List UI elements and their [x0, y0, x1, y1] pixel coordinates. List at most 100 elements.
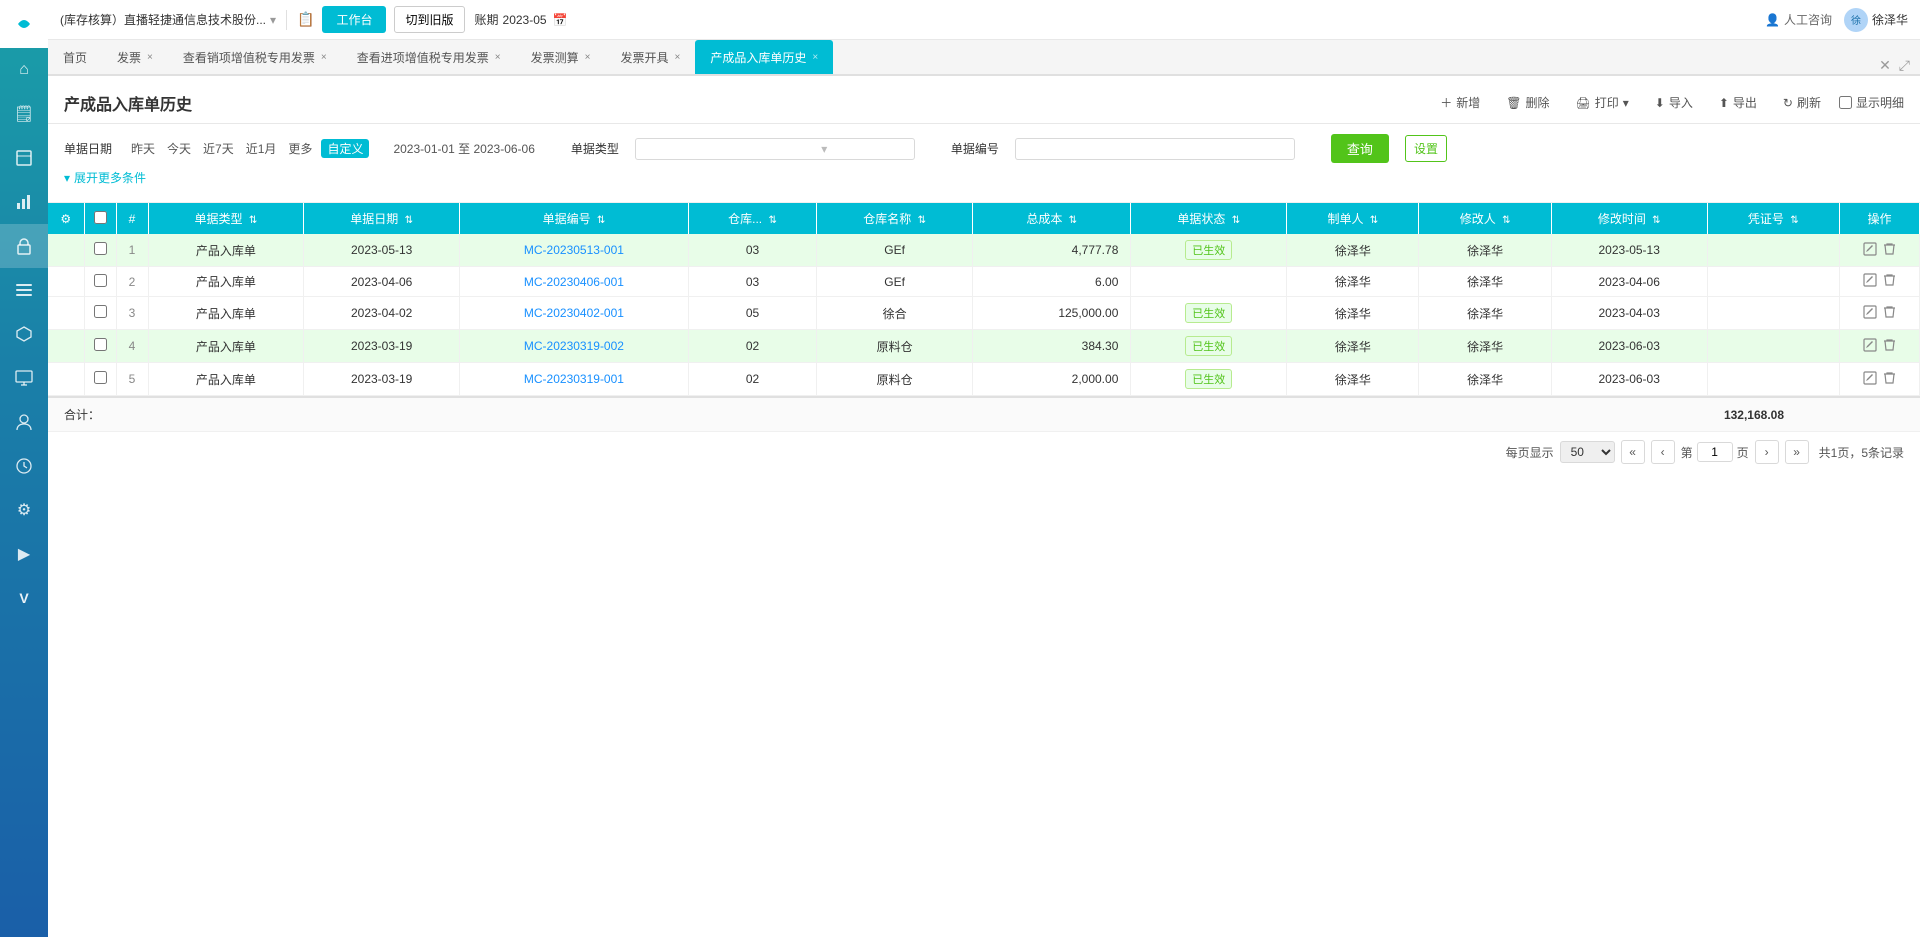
switch-version-button[interactable]: 切到旧版: [394, 6, 464, 33]
row-checkbox[interactable]: [94, 305, 107, 318]
new-button[interactable]: ＋ 新增: [1432, 90, 1488, 115]
delete-row-button[interactable]: [1883, 371, 1896, 388]
date-range-display[interactable]: 2023-01-01 至 2023-06-06: [393, 140, 534, 157]
td-number[interactable]: MC-20230402-001: [460, 297, 689, 330]
td-check[interactable]: [84, 363, 116, 396]
sidebar-item-list[interactable]: [0, 268, 48, 312]
shortcut-yesterday[interactable]: 昨天: [128, 139, 158, 158]
td-number[interactable]: MC-20230319-001: [460, 363, 689, 396]
first-page-button[interactable]: «: [1621, 440, 1645, 464]
export-button[interactable]: ⬆ 导出: [1711, 90, 1765, 115]
sidebar-item-tax[interactable]: [0, 136, 48, 180]
import-button[interactable]: ⬇ 导入: [1647, 90, 1701, 115]
sidebar-item-user[interactable]: [0, 400, 48, 444]
shortcut-today[interactable]: 今天: [164, 139, 194, 158]
user-menu[interactable]: 徐 徐泽华: [1844, 8, 1908, 32]
td-check[interactable]: [84, 297, 116, 330]
close-tab-sales-vat[interactable]: ×: [321, 52, 327, 63]
td-check[interactable]: [84, 330, 116, 363]
close-tab-product-stock[interactable]: ×: [812, 52, 818, 63]
edit-row-button[interactable]: [1863, 338, 1877, 355]
sidebar-item-lock[interactable]: [0, 224, 48, 268]
tab-invoice[interactable]: 发票 ×: [102, 40, 168, 74]
th-modify-time[interactable]: 修改时间 ⇅: [1551, 203, 1707, 234]
tab-invoice-open[interactable]: 发票开具 ×: [605, 40, 695, 74]
query-button[interactable]: 查询: [1331, 134, 1389, 163]
delete-row-button[interactable]: [1883, 305, 1896, 322]
help-button[interactable]: 👤 人工咨询: [1765, 11, 1832, 28]
sidebar-item-v[interactable]: V: [0, 576, 48, 620]
td-action: [1840, 297, 1920, 330]
refresh-button[interactable]: ↻ 刷新: [1775, 90, 1829, 115]
th-warehouse-code[interactable]: 仓库... ⇅: [688, 203, 816, 234]
edit-row-button[interactable]: [1863, 242, 1877, 259]
next-page-button[interactable]: ›: [1755, 440, 1779, 464]
sidebar-item-analytics[interactable]: [0, 180, 48, 224]
td-check[interactable]: [84, 267, 116, 297]
tab-product-stock[interactable]: 产成品入库单历史 ×: [695, 40, 833, 74]
td-number[interactable]: MC-20230319-002: [460, 330, 689, 363]
maximize-button[interactable]: ⤢: [1899, 57, 1910, 74]
sidebar-item-clock[interactable]: [0, 444, 48, 488]
th-creator[interactable]: 制单人 ⇅: [1287, 203, 1419, 234]
th-date[interactable]: 单据日期 ⇅: [304, 203, 460, 234]
company-name[interactable]: (库存核算）直播轻捷通信息技术股份... ▾: [60, 11, 276, 28]
edit-row-button[interactable]: [1863, 305, 1877, 322]
edit-row-button[interactable]: [1863, 371, 1877, 388]
select-all-checkbox[interactable]: [94, 211, 107, 224]
row-checkbox[interactable]: [94, 274, 107, 287]
td-number[interactable]: MC-20230513-001: [460, 234, 689, 267]
th-settings[interactable]: ⚙: [48, 203, 84, 234]
close-tab-invoice-open[interactable]: ×: [674, 52, 680, 63]
shortcut-custom[interactable]: 自定义: [321, 139, 369, 158]
row-checkbox[interactable]: [94, 371, 107, 384]
edit-row-button[interactable]: [1863, 273, 1877, 290]
tab-home[interactable]: 首页: [48, 40, 102, 74]
shortcut-1month[interactable]: 近1月: [243, 139, 280, 158]
delete-row-button[interactable]: [1883, 242, 1896, 259]
th-type[interactable]: 单据类型 ⇅: [148, 203, 304, 234]
row-checkbox[interactable]: [94, 338, 107, 351]
show-detail-input[interactable]: [1839, 96, 1852, 109]
type-filter-select[interactable]: ▾: [635, 138, 915, 160]
th-number[interactable]: 单据编号 ⇅: [460, 203, 689, 234]
shortcut-more[interactable]: 更多: [285, 139, 315, 158]
delete-row-button[interactable]: [1883, 273, 1896, 290]
show-detail-checkbox[interactable]: 显示明细: [1839, 94, 1904, 111]
sidebar-item-home[interactable]: ⌂: [0, 48, 48, 92]
delete-row-button[interactable]: [1883, 338, 1896, 355]
page-number-input[interactable]: [1697, 442, 1733, 462]
close-tab-invoice[interactable]: ×: [147, 52, 153, 63]
prev-page-button[interactable]: ‹: [1651, 440, 1675, 464]
sidebar-item-invoice[interactable]: 🗒: [0, 92, 48, 136]
th-check[interactable]: [84, 203, 116, 234]
calendar-icon[interactable]: 📅: [553, 13, 568, 27]
settings-filter-button[interactable]: 设置: [1405, 135, 1447, 162]
sidebar-item-device[interactable]: [0, 356, 48, 400]
delete-button[interactable]: 🗑 删除: [1498, 90, 1557, 115]
th-modifier[interactable]: 修改人 ⇅: [1419, 203, 1551, 234]
tab-sales-vat[interactable]: 查看销项增值税专用发票 ×: [168, 40, 342, 74]
td-check[interactable]: [84, 234, 116, 267]
td-number[interactable]: MC-20230406-001: [460, 267, 689, 297]
th-total-cost[interactable]: 总成本 ⇅: [973, 203, 1131, 234]
sidebar-item-play[interactable]: ▶: [0, 532, 48, 576]
th-warehouse-name[interactable]: 仓库名称 ⇅: [817, 203, 973, 234]
tab-purchase-vat[interactable]: 查看进项增值税专用发票 ×: [342, 40, 516, 74]
sidebar-item-cog[interactable]: ⚙: [0, 488, 48, 532]
th-status[interactable]: 单据状态 ⇅: [1131, 203, 1287, 234]
worktable-button[interactable]: 工作台: [322, 6, 386, 33]
sidebar-item-goods[interactable]: [0, 312, 48, 356]
print-button[interactable]: 🖨 打印 ▾: [1567, 90, 1636, 115]
last-page-button[interactable]: »: [1785, 440, 1809, 464]
close-tab-purchase-vat[interactable]: ×: [495, 52, 501, 63]
tab-invoice-calc[interactable]: 发票测算 ×: [516, 40, 606, 74]
close-all-tabs-button[interactable]: ✕: [1879, 57, 1891, 74]
page-size-select[interactable]: 50 100 200: [1560, 441, 1615, 463]
th-voucher[interactable]: 凭证号 ⇅: [1707, 203, 1839, 234]
shortcut-7days[interactable]: 近7天: [200, 139, 237, 158]
close-tab-invoice-calc[interactable]: ×: [585, 52, 591, 63]
number-filter-input[interactable]: [1015, 138, 1295, 160]
row-checkbox[interactable]: [94, 242, 107, 255]
expand-more-button[interactable]: ▾ 展开更多条件: [64, 169, 1904, 186]
